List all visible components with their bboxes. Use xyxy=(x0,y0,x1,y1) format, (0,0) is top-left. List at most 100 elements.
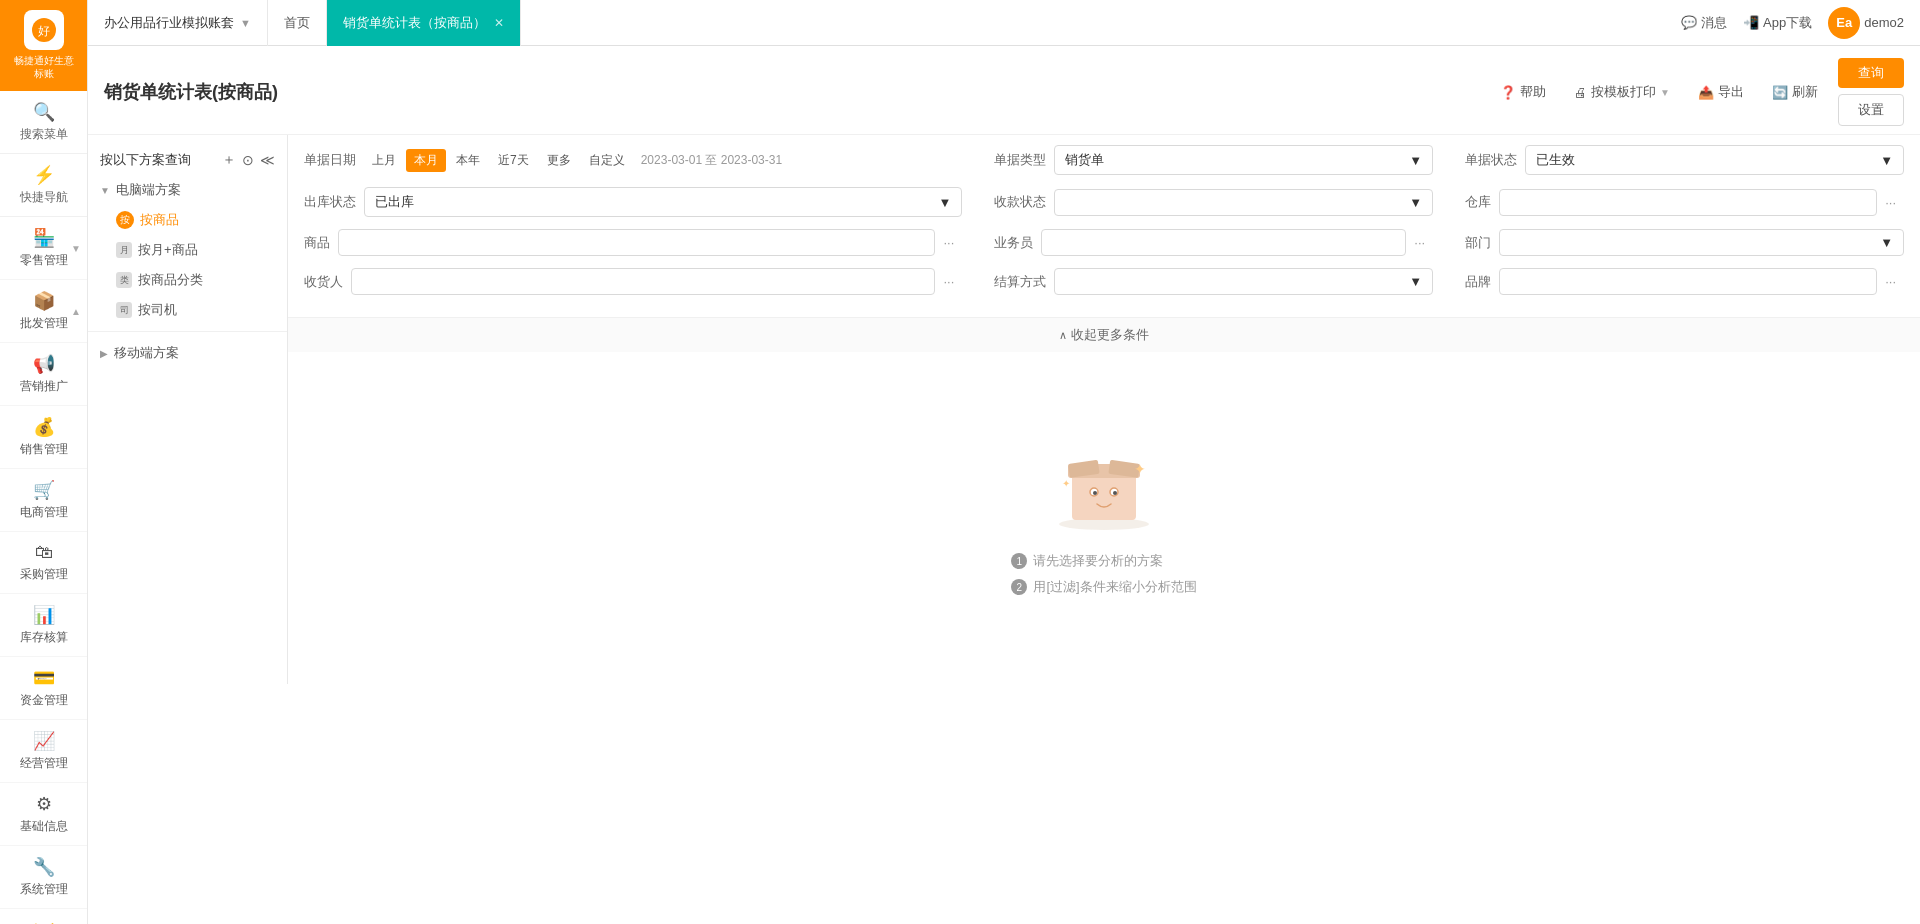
sidebar-item-wholesale[interactable]: 📦 批发管理 ▲ xyxy=(0,280,87,343)
brand-input[interactable] xyxy=(1499,268,1877,295)
filter-out-status: 出库状态 已出库 ▼ xyxy=(304,187,962,217)
filter-collect-status: 收款状态 ▼ xyxy=(994,189,1433,216)
scheme-group-desktop-header[interactable]: ▼ 电脑端方案 xyxy=(88,175,287,205)
purchase-icon: 🛍 xyxy=(35,542,53,563)
scheme-group-mobile-header[interactable]: ▶ 移动端方案 xyxy=(88,338,287,368)
scheme-item-by-category[interactable]: 类 按商品分类 xyxy=(88,265,287,295)
brand-dots-btn[interactable]: ··· xyxy=(1877,274,1904,289)
sidebar: 好 畅捷通好生意 标账 🔍 搜索菜单 ⚡ 快捷导航 🏪 零售管理 ▼ 📦 批发管… xyxy=(0,0,88,924)
receiver-label: 收货人 xyxy=(304,273,343,291)
sidebar-item-sales[interactable]: 💰 销售管理 xyxy=(0,406,87,469)
sidebar-item-retail[interactable]: 🏪 零售管理 ▼ xyxy=(0,217,87,280)
date-tab-custom[interactable]: 自定义 xyxy=(581,149,633,172)
warehouse-dots-btn[interactable]: ··· xyxy=(1877,195,1904,210)
tab-close-icon[interactable]: ✕ xyxy=(494,16,504,30)
tab-home[interactable]: 首页 xyxy=(268,0,327,46)
app-download-label: App下载 xyxy=(1763,14,1812,32)
salesman-dots-btn[interactable]: ··· xyxy=(1406,235,1433,250)
tip2-num: 2 xyxy=(1011,579,1027,595)
date-tab-last-7[interactable]: 近7天 xyxy=(490,149,537,172)
sales-icon: 💰 xyxy=(33,416,55,438)
collect-status-label: 收款状态 xyxy=(994,193,1046,211)
collapse-scheme-btn[interactable]: ≪ xyxy=(260,152,275,168)
scheme-panel-title: 按以下方案查询 xyxy=(100,151,191,169)
account-selector[interactable]: 办公用品行业模拟账套 ▼ xyxy=(88,0,268,46)
sidebar-item-basic[interactable]: ⚙ 基础信息 xyxy=(0,783,87,846)
settlement-select[interactable]: ▼ xyxy=(1054,268,1433,295)
svg-text:✦: ✦ xyxy=(1062,478,1070,489)
sidebar-item-finance[interactable]: 💳 资金管理 xyxy=(0,657,87,720)
out-status-select[interactable]: 已出库 ▼ xyxy=(364,187,962,217)
page-actions: ❓ 帮助 🖨 按模板打印 ▼ 📤 导出 🔄 刷新 xyxy=(1492,58,1904,126)
doc-status-label: 单据状态 xyxy=(1465,151,1517,169)
refresh-btn[interactable]: 🔄 刷新 xyxy=(1764,79,1826,105)
department-arrow-icon: ▼ xyxy=(1880,235,1893,250)
settings-btn[interactable]: 设置 xyxy=(1838,94,1904,126)
print-btn[interactable]: 🖨 按模板打印 ▼ xyxy=(1566,79,1678,105)
tip2-text: 用[过滤]条件来缩小分析范围 xyxy=(1033,578,1196,596)
receiver-input[interactable] xyxy=(351,268,935,295)
product-dots-btn[interactable]: ··· xyxy=(935,235,962,250)
scheme-panel-header: 按以下方案查询 ＋ ⊙ ≪ xyxy=(88,145,287,175)
operation-label: 经营管理 xyxy=(20,755,68,772)
date-tab-this-month[interactable]: 本月 xyxy=(406,149,446,172)
top-nav: 办公用品行业模拟账套 ▼ 首页 销货单统计表（按商品） ✕ 💬 消息 📲 App… xyxy=(88,0,1920,46)
date-tab-last-month[interactable]: 上月 xyxy=(364,149,404,172)
add-scheme-btn[interactable]: ＋ xyxy=(222,151,236,169)
search-menu-btn[interactable]: 🔍 搜索菜单 xyxy=(0,91,87,154)
refresh-icon: 🔄 xyxy=(1772,85,1788,100)
filter-settlement: 结算方式 ▼ xyxy=(994,268,1433,295)
collapse-bar[interactable]: ∧ 收起更多条件 xyxy=(288,317,1920,352)
export-btn[interactable]: 📤 导出 xyxy=(1690,79,1752,105)
empty-tips: 1 请先选择要分析的方案 2 用[过滤]条件来缩小分析范围 xyxy=(1011,552,1196,604)
system-icon: 🔧 xyxy=(33,856,55,878)
sidebar-item-enterprise[interactable]: 🤝 企业协同 xyxy=(0,909,87,924)
app-download-btn[interactable]: 📲 App下载 xyxy=(1743,14,1812,32)
date-control: 上月 本月 本年 近7天 更多 自定义 2023-03-01 至 2023-03… xyxy=(364,149,962,172)
product-input[interactable] xyxy=(338,229,935,256)
scheme-item-by-month-product[interactable]: 月 按月+商品 xyxy=(88,235,287,265)
date-tab-this-year[interactable]: 本年 xyxy=(448,149,488,172)
help-btn[interactable]: ❓ 帮助 xyxy=(1492,79,1554,105)
tab-sales-stat[interactable]: 销货单统计表（按商品） ✕ xyxy=(327,0,521,46)
scheme-item-by-driver[interactable]: 司 按司机 xyxy=(88,295,287,325)
doc-status-select[interactable]: 已生效 ▼ xyxy=(1525,145,1904,175)
warehouse-input[interactable] xyxy=(1499,189,1877,216)
page-title-bar: 销货单统计表(按商品) ❓ 帮助 🖨 按模板打印 ▼ 📤 导出 xyxy=(88,46,1920,135)
scheme-panel-actions: ＋ ⊙ ≪ xyxy=(222,151,275,169)
collapse-icon: ∧ xyxy=(1059,329,1067,342)
brand-label: 品牌 xyxy=(1465,273,1491,291)
logo-icon: 好 xyxy=(24,10,64,50)
sidebar-item-purchase[interactable]: 🛍 采购管理 xyxy=(0,532,87,594)
doc-status-value: 已生效 xyxy=(1536,151,1575,169)
sidebar-item-ecommerce[interactable]: 🛒 电商管理 xyxy=(0,469,87,532)
setting-scheme-btn[interactable]: ⊙ xyxy=(242,152,254,168)
sidebar-item-marketing[interactable]: 📢 营销推广 xyxy=(0,343,87,406)
tab-sales-stat-label: 销货单统计表（按商品） xyxy=(343,14,486,32)
quick-nav-btn[interactable]: ⚡ 快捷导航 xyxy=(0,154,87,217)
svg-point-9 xyxy=(1093,491,1097,495)
sidebar-item-inventory[interactable]: 📊 库存核算 xyxy=(0,594,87,657)
account-label: 办公用品行业模拟账套 xyxy=(104,14,234,32)
date-tab-more[interactable]: 更多 xyxy=(539,149,579,172)
salesman-input[interactable] xyxy=(1041,229,1406,256)
messages-btn[interactable]: 💬 消息 xyxy=(1681,14,1727,32)
doc-type-select[interactable]: 销货单 ▼ xyxy=(1054,145,1433,175)
sidebar-item-operation[interactable]: 📈 经营管理 xyxy=(0,720,87,783)
user-profile[interactable]: Ea demo2 xyxy=(1828,7,1904,39)
filter-warehouse: 仓库 ··· xyxy=(1465,189,1904,216)
query-btn[interactable]: 查询 xyxy=(1838,58,1904,88)
empty-illustration: ✦ ✦ xyxy=(1044,432,1164,532)
department-select[interactable]: ▼ xyxy=(1499,229,1904,256)
scheme-item-by-driver-label: 按司机 xyxy=(138,301,177,319)
filter-salesman: 业务员 ··· xyxy=(994,229,1433,256)
sidebar-item-system[interactable]: 🔧 系统管理 xyxy=(0,846,87,909)
svg-point-10 xyxy=(1113,491,1117,495)
mobile-group-label: 移动端方案 xyxy=(114,344,179,362)
collect-status-select[interactable]: ▼ xyxy=(1054,189,1433,216)
help-icon: ❓ xyxy=(1500,85,1516,100)
scheme-item-by-month-label: 按月+商品 xyxy=(138,241,198,259)
scheme-item-by-product[interactable]: 按 按商品 xyxy=(88,205,287,235)
marketing-label: 营销推广 xyxy=(20,378,68,395)
receiver-dots-btn[interactable]: ··· xyxy=(935,274,962,289)
